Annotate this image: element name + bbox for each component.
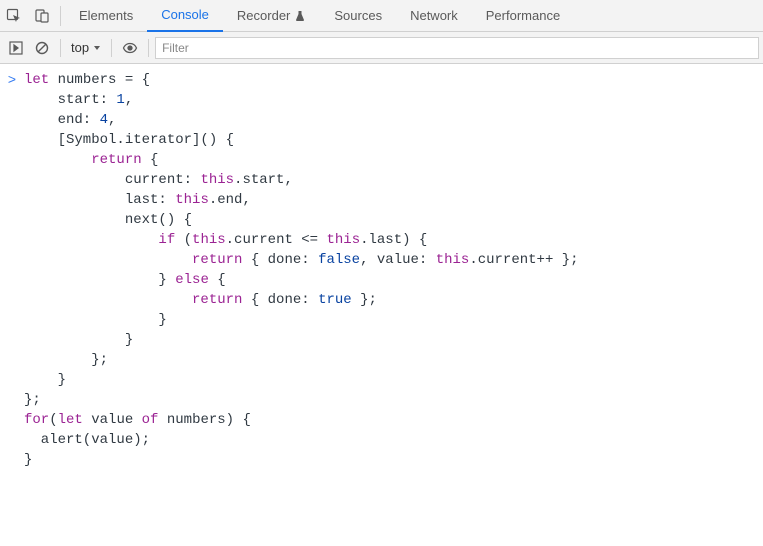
- device-toggle-icon[interactable]: [28, 0, 56, 32]
- devtools-panel: Elements Console Recorder Sources Network Per…: [0, 0, 763, 546]
- tab-elements[interactable]: Elements: [65, 0, 147, 32]
- console-output[interactable]: > let numbers = { start: 1, end: 4, [Sym…: [0, 64, 763, 546]
- flask-icon: [294, 10, 306, 22]
- tab-label: Performance: [486, 8, 560, 23]
- separator: [148, 39, 149, 57]
- separator: [60, 39, 61, 57]
- tab-bar: Elements Console Recorder Sources Network Per…: [0, 0, 763, 32]
- separator: [60, 6, 61, 26]
- filter-input[interactable]: [155, 37, 759, 59]
- eye-icon[interactable]: [118, 36, 142, 60]
- execute-icon[interactable]: [4, 36, 28, 60]
- tab-network[interactable]: Network: [396, 0, 472, 32]
- tab-label: Network: [410, 8, 458, 23]
- separator: [111, 39, 112, 57]
- console-entry: > let numbers = { start: 1, end: 4, [Sym…: [0, 70, 763, 470]
- console-toolbar: top: [0, 32, 763, 64]
- tab-recorder[interactable]: Recorder: [223, 0, 320, 32]
- prompt-icon: >: [0, 70, 24, 470]
- context-selector[interactable]: top: [67, 40, 105, 55]
- tab-performance[interactable]: Performance: [472, 0, 574, 32]
- clear-console-icon[interactable]: [30, 36, 54, 60]
- tab-label: Recorder: [237, 8, 290, 23]
- tab-label: Elements: [79, 8, 133, 23]
- tab-label: Sources: [334, 8, 382, 23]
- code-block[interactable]: let numbers = { start: 1, end: 4, [Symbo…: [24, 70, 587, 470]
- tab-console[interactable]: Console: [147, 0, 223, 32]
- tabs-container: Elements Console Recorder Sources Network Per…: [65, 0, 763, 32]
- context-label: top: [71, 40, 89, 55]
- tab-label: Console: [161, 7, 209, 22]
- chevron-down-icon: [93, 44, 101, 52]
- inspect-icon[interactable]: [0, 0, 28, 32]
- tab-sources[interactable]: Sources: [320, 0, 396, 32]
